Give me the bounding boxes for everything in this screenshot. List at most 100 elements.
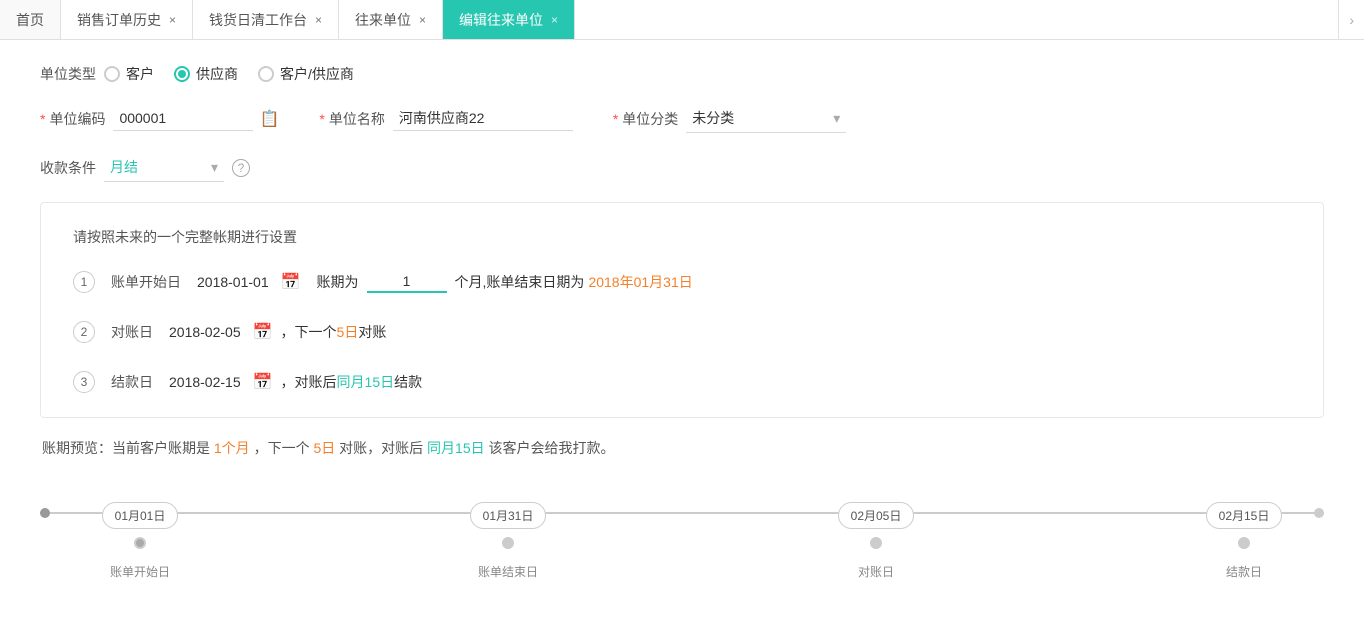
step-desc-2-prefix: ，下一个 xyxy=(281,322,337,342)
step-desc-2-suffix: 对账 xyxy=(358,322,386,342)
step-label-2: 对账日 xyxy=(111,322,153,342)
tab-partner[interactable]: 往来单位 × xyxy=(339,0,443,39)
account-period-panel: 请按照未来的一个完整帐期进行设置 1 账单开始日 2018-01-01 📅 账期… xyxy=(40,202,1324,418)
tab-cash-work-label: 钱货日清工作台 xyxy=(209,10,307,30)
tab-edit-partner-close[interactable]: × xyxy=(551,14,558,26)
tl-point-0: 01月01日 账单开始日 xyxy=(100,502,180,580)
tl-badge-3: 02月15日 xyxy=(1206,502,1283,529)
step-cal-3[interactable]: 📅 xyxy=(253,372,273,392)
tab-partner-close[interactable]: × xyxy=(419,14,426,26)
unit-category-star: * xyxy=(613,111,618,127)
step-desc-3-highlight: 同月15日 xyxy=(337,372,395,392)
unit-category-chevron: ▾ xyxy=(833,110,840,127)
tab-edit-partner-label: 编辑往来单位 xyxy=(459,10,543,30)
tl-label-3: 结款日 xyxy=(1226,563,1262,580)
unit-code-input[interactable] xyxy=(113,106,253,131)
tl-point-3: 02月15日 结款日 xyxy=(1204,502,1284,580)
step-cal-2[interactable]: 📅 xyxy=(253,322,273,342)
step-row-3: 3 结款日 2018-02-15 📅 ，对账后 同月15日 结款 xyxy=(73,371,1291,393)
radio-both-circle xyxy=(258,66,274,82)
tl-point-1: 01月31日 账单结束日 xyxy=(468,502,548,580)
payment-terms-help[interactable]: ? xyxy=(232,159,250,177)
unit-type-field: 单位类型 客户 供应商 客户/供应商 xyxy=(40,64,354,84)
radio-supplier-circle xyxy=(174,66,190,82)
step-desc-3-prefix: ，对账后 xyxy=(281,372,337,392)
step-date-2: 2018-02-05 xyxy=(169,324,241,340)
payment-terms-value: 月结 xyxy=(110,157,203,177)
tab-sales-history-label: 销售订单历史 xyxy=(77,10,161,30)
tl-badge-1: 01月31日 xyxy=(470,502,547,529)
step-period-label: 账期为 xyxy=(317,272,359,292)
tl-point-2: 02月05日 对账日 xyxy=(836,502,916,580)
step-num-3: 3 xyxy=(73,371,95,393)
step-row-1: 1 账单开始日 2018-01-01 📅 账期为 个月,账单结束日期为 2018… xyxy=(73,271,1291,293)
tl-label-2: 对账日 xyxy=(858,563,894,580)
tab-scroll-arrow[interactable]: › xyxy=(1338,0,1364,39)
tl-label-0: 账单开始日 xyxy=(110,563,170,580)
tabs-bar: 首页 销售订单历史 × 钱货日清工作台 × 往来单位 × 编辑往来单位 × › xyxy=(0,0,1364,40)
unit-code-icon[interactable]: 📋 xyxy=(259,109,279,129)
unit-name-input[interactable] xyxy=(393,106,573,131)
step-desc-3-suffix: 结款 xyxy=(394,372,422,392)
unit-code-field: * 单位编码 📋 xyxy=(40,106,279,131)
preview-section: 账期预览：当前客户账期是 1个月 ，下一个 5日 对账，对账后 同月15日 该客… xyxy=(40,438,1324,458)
radio-supplier[interactable]: 供应商 xyxy=(174,64,238,84)
preview-part3: 同月15日 xyxy=(427,440,485,456)
unit-name-label: 单位名称 xyxy=(329,109,385,129)
payment-terms-label: 收款条件 xyxy=(40,158,96,178)
step-desc-2-highlight: 5日 xyxy=(337,322,359,342)
tab-sales-history-close[interactable]: × xyxy=(169,14,176,26)
tab-home-label: 首页 xyxy=(16,10,44,30)
timeline-points: 01月01日 账单开始日 01月31日 账单结束日 02月05日 对账日 02月… xyxy=(40,502,1324,580)
preview-part3-suffix: 该客户会给我打款。 xyxy=(489,440,615,456)
radio-customer-circle xyxy=(104,66,120,82)
tab-cash-work[interactable]: 钱货日清工作台 × xyxy=(193,0,339,39)
step-label-1: 账单开始日 xyxy=(111,272,181,292)
unit-category-label: 单位分类 xyxy=(622,109,678,129)
payment-terms-chevron: ▾ xyxy=(211,159,218,176)
step-date-3: 2018-02-15 xyxy=(169,374,241,390)
period-input[interactable] xyxy=(367,271,447,293)
unit-code-star: * xyxy=(40,111,45,127)
radio-supplier-label: 供应商 xyxy=(196,64,238,84)
tab-partner-label: 往来单位 xyxy=(355,10,411,30)
radio-customer[interactable]: 客户 xyxy=(104,64,154,84)
unit-category-field: * 单位分类 未分类 ▾ xyxy=(613,104,846,133)
step-row-2: 2 对账日 2018-02-05 📅 ，下一个 5日 对账 xyxy=(73,321,1291,343)
unit-type-label: 单位类型 xyxy=(40,64,96,84)
tl-dot-1 xyxy=(502,537,514,549)
tab-home[interactable]: 首页 xyxy=(0,0,61,39)
timeline: 01月01日 账单开始日 01月31日 账单结束日 02月05日 对账日 02月… xyxy=(40,482,1324,620)
step-num-2: 2 xyxy=(73,321,95,343)
unit-type-radio-group: 客户 供应商 客户/供应商 xyxy=(104,64,354,84)
unit-name-star: * xyxy=(319,111,324,127)
unit-name-field: * 单位名称 xyxy=(319,106,572,131)
payment-terms-select[interactable]: 月结 ▾ xyxy=(104,153,224,182)
unit-category-select[interactable]: 未分类 ▾ xyxy=(686,104,846,133)
tab-edit-partner[interactable]: 编辑往来单位 × xyxy=(443,0,575,39)
tl-badge-2: 02月05日 xyxy=(838,502,915,529)
step-num-1: 1 xyxy=(73,271,95,293)
tl-dot-0 xyxy=(134,537,146,549)
preview-part2: 5日 xyxy=(313,440,335,456)
payment-terms-field: 收款条件 月结 ▾ ? xyxy=(40,153,250,182)
tl-label-1: 账单结束日 xyxy=(478,563,538,580)
step-cal-1[interactable]: 📅 xyxy=(281,272,301,292)
preview-prefix: 账期预览：当前客户账期是 xyxy=(42,440,210,456)
preview-part2-suffix: 对账，对账后 xyxy=(339,440,423,456)
step-date-1: 2018-01-01 xyxy=(197,274,269,290)
tab-sales-history[interactable]: 销售订单历史 × xyxy=(61,0,193,39)
tab-cash-work-close[interactable]: × xyxy=(315,14,322,26)
step-period-end: 2018年01月31日 xyxy=(588,272,692,292)
step-period-unit: 个月,账单结束日期为 xyxy=(455,272,585,292)
radio-both[interactable]: 客户/供应商 xyxy=(258,64,354,84)
unit-type-row: 单位类型 客户 供应商 客户/供应商 xyxy=(40,64,1324,84)
unit-category-value: 未分类 xyxy=(692,108,825,128)
unit-info-row: * 单位编码 📋 * 单位名称 * 单位分类 未分类 ▾ xyxy=(40,104,1324,133)
tl-dot-2 xyxy=(870,537,882,549)
unit-code-label: 单位编码 xyxy=(49,109,105,129)
radio-customer-label: 客户 xyxy=(126,64,154,84)
main-content: 单位类型 客户 供应商 客户/供应商 * 单位编码 xyxy=(0,40,1364,644)
panel-title: 请按照未来的一个完整帐期进行设置 xyxy=(73,227,1291,247)
payment-terms-row: 收款条件 月结 ▾ ? xyxy=(40,153,1324,182)
